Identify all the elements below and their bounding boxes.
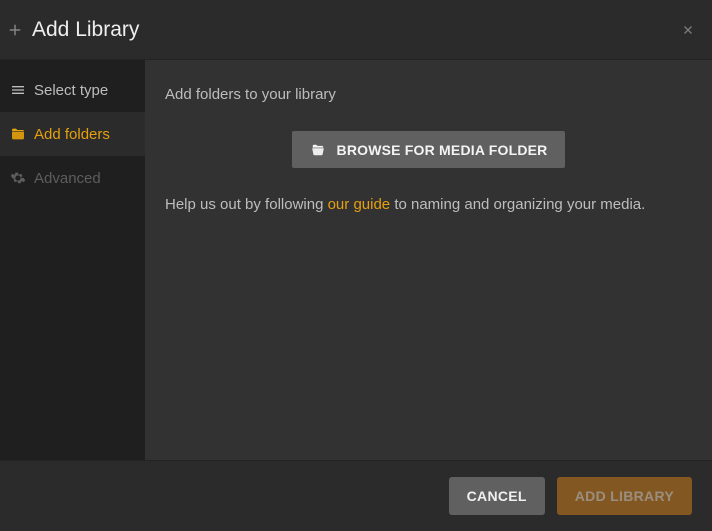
sidebar-item-add-folders[interactable]: Add folders [0, 112, 145, 156]
folder-open-icon [310, 143, 326, 157]
instruction-text: Add folders to your library [165, 86, 692, 103]
help-suffix: to naming and organizing your media. [390, 196, 645, 213]
sidebar-item-label: Select type [34, 82, 108, 99]
folder-icon [10, 126, 26, 142]
list-icon [10, 82, 26, 98]
dialog-title: Add Library [32, 18, 139, 42]
add-library-dialog: Add Library Select type Add folders [0, 0, 712, 531]
sidebar-item-select-type[interactable]: Select type [0, 68, 145, 112]
dialog-main: Add folders to your library BROWSE FOR M… [145, 60, 712, 460]
gear-icon [10, 170, 26, 186]
browse-row: BROWSE FOR MEDIA FOLDER [165, 131, 692, 168]
guide-link[interactable]: our guide [328, 196, 391, 213]
cancel-button[interactable]: CANCEL [449, 477, 545, 515]
close-button[interactable] [674, 16, 702, 44]
browse-for-media-folder-button[interactable]: BROWSE FOR MEDIA FOLDER [292, 131, 566, 168]
sidebar-item-advanced: Advanced [0, 156, 145, 200]
sidebar-item-label: Add folders [34, 126, 110, 143]
close-icon [681, 23, 695, 37]
help-prefix: Help us out by following [165, 196, 328, 213]
plus-icon [6, 21, 24, 39]
dialog-body: Select type Add folders Advanced Add fol… [0, 60, 712, 460]
sidebar-item-label: Advanced [34, 170, 101, 187]
dialog-footer: CANCEL ADD LIBRARY [0, 460, 712, 531]
dialog-header: Add Library [0, 0, 712, 60]
help-text: Help us out by following our guide to na… [165, 196, 692, 213]
browse-button-label: BROWSE FOR MEDIA FOLDER [337, 142, 548, 158]
add-library-button[interactable]: ADD LIBRARY [557, 477, 692, 515]
dialog-sidebar: Select type Add folders Advanced [0, 60, 145, 460]
